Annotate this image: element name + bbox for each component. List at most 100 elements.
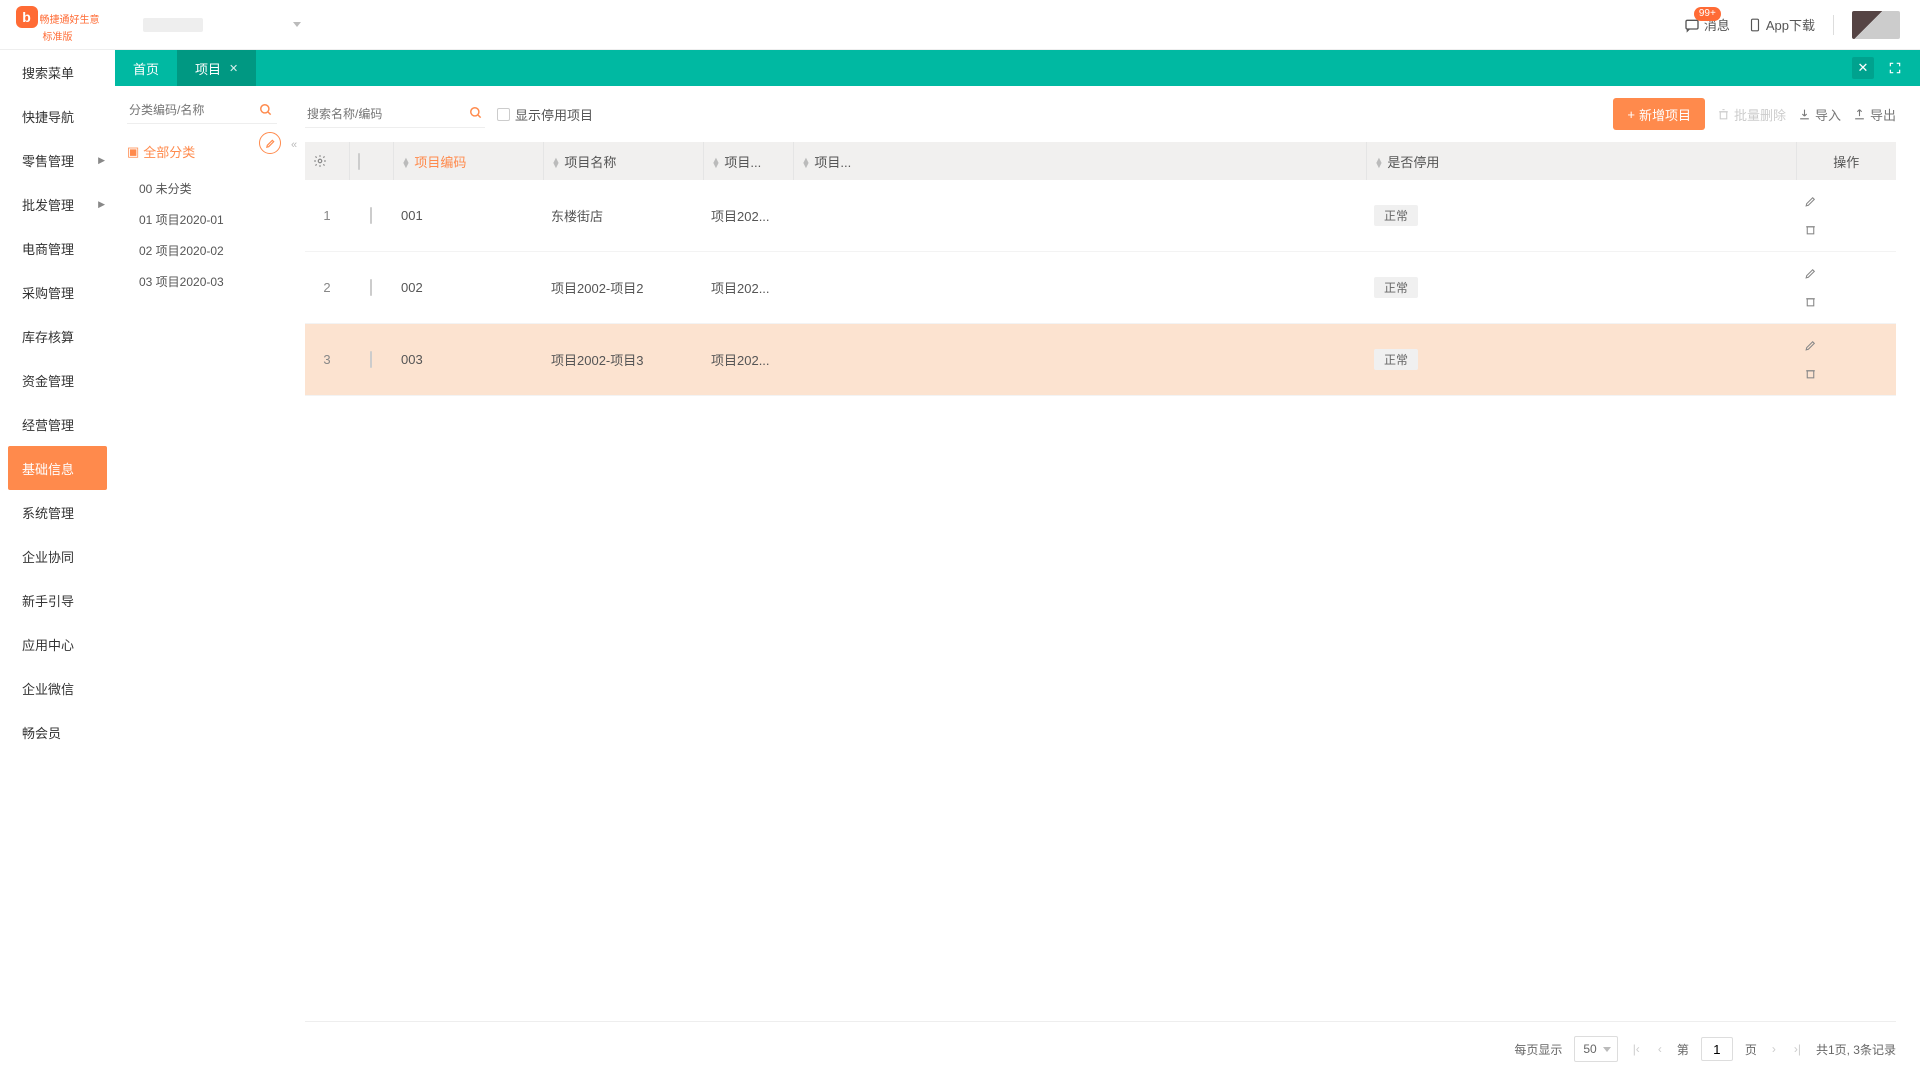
row-ops [1796,324,1896,396]
sidebar-item[interactable]: 采购管理 [0,270,115,314]
project-search-input[interactable] [305,100,485,128]
row-ops [1796,180,1896,252]
table-row[interactable]: 1001东楼街店项目202...正常 [305,180,1896,252]
sidebar-item[interactable]: 企业协同 [0,534,115,578]
row-checkbox[interactable] [349,324,393,396]
table-row[interactable]: 2002项目2002-项目2项目202...正常 [305,252,1896,324]
sidebar-item[interactable]: 搜索菜单 [0,50,115,94]
brand-text: 畅捷通好生意 [40,11,100,26]
col-disabled-header[interactable]: ▲▼是否停用 [1366,142,1796,180]
folder-icon: ▣ [127,144,139,160]
toolbar: 显示停用项目 + 新增项目 批量删除 导入 导出 [305,98,1896,130]
tab-close-icon[interactable]: ✕ [229,62,238,75]
plus-icon: + [1627,107,1635,122]
category-search-input[interactable] [127,96,277,124]
row-edit-button[interactable] [1804,195,1888,208]
row-code: 003 [393,324,543,396]
sidebar-item[interactable]: 批发管理▶ [0,182,115,226]
page-next-button[interactable]: › [1769,1042,1779,1056]
row-c3: 项目202... [703,324,793,396]
row-delete-button[interactable] [1804,295,1888,308]
sidebar-item[interactable]: 企业微信 [0,666,115,710]
row-ops [1796,252,1896,324]
app-download-button[interactable]: App下载 [1748,15,1815,34]
page-input[interactable] [1701,1037,1733,1061]
logo-icon: b [16,6,38,28]
message-badge: 99+ [1694,7,1721,21]
col-c4-header[interactable]: ▲▼项目... [793,142,1366,180]
sidebar-item[interactable]: 应用中心 [0,622,115,666]
phone-icon [1748,17,1762,33]
page-first-button[interactable]: |‹ [1630,1042,1643,1056]
export-label: 导出 [1870,105,1896,124]
col-c3-header[interactable]: ▲▼项目... [703,142,793,180]
import-button[interactable]: 导入 [1798,105,1841,124]
row-c3: 项目202... [703,252,793,324]
category-edit-button[interactable] [259,132,281,154]
row-edit-button[interactable] [1804,267,1888,280]
col-code-header[interactable]: ▲▼项目编码 [393,142,543,180]
page-prev-button[interactable]: ‹ [1655,1042,1665,1056]
search-icon[interactable] [469,106,483,120]
col-ops-header: 操作 [1796,142,1896,180]
row-name: 项目2002-项目3 [543,324,703,396]
category-item[interactable]: 02 项目2020-02 [127,235,285,266]
add-project-button[interactable]: + 新增项目 [1613,98,1705,130]
trash-icon [1717,108,1730,121]
page-summary: 共1页, 3条记录 [1816,1041,1896,1058]
row-code: 002 [393,252,543,324]
sidebar-item[interactable]: 资金管理 [0,358,115,402]
sidebar-item[interactable]: 畅会员 [0,710,115,754]
company-selector[interactable] [135,14,309,36]
row-checkbox[interactable] [349,252,393,324]
top-header: b 畅捷通好生意 标准版 99+ 消息 App下载 [0,0,1920,50]
sidebar-item[interactable]: 基础信息 [8,446,107,490]
row-delete-button[interactable] [1804,367,1888,380]
tab-home[interactable]: 首页 [115,50,177,86]
brand-logo: b 畅捷通好生意 标准版 [0,0,115,50]
chevron-right-icon: ▶ [98,199,105,210]
tab-project[interactable]: 项目 ✕ [177,50,256,86]
col-name-header[interactable]: ▲▼项目名称 [543,142,703,180]
row-edit-button[interactable] [1804,339,1888,352]
category-item[interactable]: 00 未分类 [127,173,285,204]
messages-button[interactable]: 99+ 消息 [1684,15,1730,34]
chevron-down-icon [293,22,301,27]
tab-fullscreen-button[interactable] [1884,57,1906,79]
table-row[interactable]: 3003项目2002-项目3项目202...正常 [305,324,1896,396]
import-icon [1798,108,1811,121]
page-last-button[interactable]: ›| [1791,1042,1804,1056]
sidebar-item[interactable]: 库存核算 [0,314,115,358]
sidebar-item[interactable]: 系统管理 [0,490,115,534]
row-c3: 项目202... [703,180,793,252]
col-disabled-label: 是否停用 [1387,155,1439,170]
export-button[interactable]: 导出 [1853,105,1896,124]
category-item[interactable]: 03 项目2020-03 [127,266,285,297]
table-select-all-header[interactable] [349,142,393,180]
gear-icon [313,154,327,168]
row-index: 1 [305,180,349,252]
row-checkbox[interactable] [349,180,393,252]
sidebar-item[interactable]: 快捷导航 [0,94,115,138]
row-index: 2 [305,252,349,324]
batch-delete-button[interactable]: 批量删除 [1717,105,1786,124]
download-label: App下载 [1766,15,1815,34]
user-avatar[interactable] [1852,11,1900,39]
table-settings-header[interactable] [305,142,349,180]
col-ops-label: 操作 [1833,155,1859,170]
tab-close-all-button[interactable]: ✕ [1852,57,1874,79]
search-icon[interactable] [259,103,273,117]
show-disabled-checkbox[interactable]: 显示停用项目 [497,105,593,124]
per-page-select[interactable]: 50 [1574,1036,1617,1062]
col-code-label: 项目编码 [414,155,466,170]
sidebar-item[interactable]: 经营管理 [0,402,115,446]
chevron-down-icon [1603,1047,1611,1052]
sidebar-item[interactable]: 电商管理 [0,226,115,270]
category-item[interactable]: 01 项目2020-01 [127,204,285,235]
row-delete-button[interactable] [1804,223,1888,236]
sidebar-item[interactable]: 零售管理▶ [0,138,115,182]
project-table: ▲▼项目编码 ▲▼项目名称 ▲▼项目... ▲▼项目... ▲▼是否停用 操作 … [305,142,1896,396]
sidebar-item[interactable]: 新手引导 [0,578,115,622]
checkbox-icon [497,108,510,121]
export-icon [1853,108,1866,121]
